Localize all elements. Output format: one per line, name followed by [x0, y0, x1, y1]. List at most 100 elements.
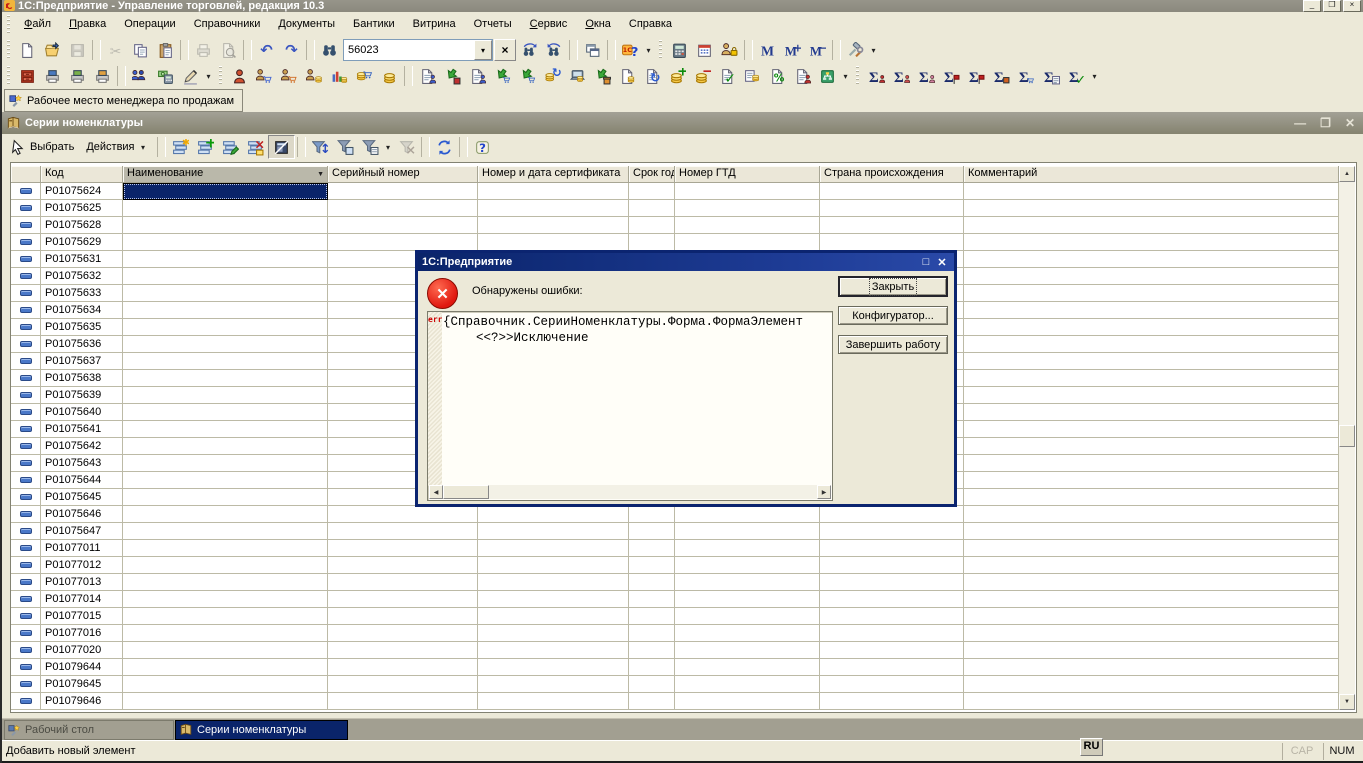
column-header-8[interactable]: Комментарий [964, 166, 1339, 183]
cell-code[interactable]: P01075629 [41, 234, 123, 251]
vertical-scrollbar[interactable]: ▲ ▼ [1339, 166, 1355, 710]
column-header-4[interactable]: Номер и дата сертификата [478, 166, 629, 183]
cash-in-order-icon[interactable]: + [665, 65, 690, 87]
menu-item-vitrina[interactable]: Витрина [404, 12, 465, 37]
memory-m-minus-icon[interactable]: M− [805, 39, 830, 61]
cell[interactable] [123, 370, 328, 387]
table-row[interactable]: P01079644 [11, 659, 1339, 676]
cell-code[interactable]: P01075646 [41, 506, 123, 523]
cell[interactable] [123, 489, 328, 506]
cell[interactable] [820, 642, 964, 659]
cell[interactable] [820, 200, 964, 217]
cell[interactable] [478, 574, 629, 591]
cell[interactable] [123, 540, 328, 557]
cell[interactable] [123, 625, 328, 642]
price-cart-icon[interactable] [352, 65, 377, 87]
cell[interactable] [675, 625, 820, 642]
cell[interactable] [964, 676, 1339, 693]
report-staff-icon[interactable]: Σ [914, 65, 939, 87]
cell[interactable] [328, 234, 478, 251]
cell[interactable] [328, 591, 478, 608]
cell[interactable] [123, 659, 328, 676]
close-error-button[interactable]: Закрыть [838, 276, 948, 297]
cell[interactable] [478, 642, 629, 659]
cell[interactable] [964, 608, 1339, 625]
cell[interactable] [820, 183, 964, 200]
error-text-area[interactable]: err {Справочник.СерииНоменклатуры.Форма.… [427, 311, 833, 501]
cell[interactable] [964, 438, 1339, 455]
cell[interactable] [964, 183, 1339, 200]
cell-code[interactable]: P01079644 [41, 659, 123, 676]
cell[interactable] [478, 523, 629, 540]
cell[interactable] [675, 642, 820, 659]
cell[interactable] [964, 489, 1339, 506]
cell[interactable] [123, 574, 328, 591]
cell[interactable] [328, 676, 478, 693]
cell[interactable] [328, 659, 478, 676]
cell-code[interactable]: P01075641 [41, 421, 123, 438]
money-icon[interactable] [377, 65, 402, 87]
cell[interactable] [629, 200, 675, 217]
cell[interactable] [964, 387, 1339, 404]
scroll-left-button[interactable]: ◀ [429, 485, 443, 499]
table-row[interactable]: P01077014 [11, 591, 1339, 608]
cell[interactable] [123, 285, 328, 302]
table-row[interactable]: P01077012 [11, 557, 1339, 574]
print-report-icon[interactable] [65, 65, 90, 87]
cell-code[interactable]: P01077014 [41, 591, 123, 608]
column-header-1[interactable]: Код [41, 166, 123, 183]
horizontal-scrollbar[interactable]: ◀ ▶ [429, 485, 831, 499]
debt-document-icon[interactable] [790, 65, 815, 87]
memory-m-icon[interactable]: M [755, 39, 780, 61]
open-icon[interactable] [40, 39, 65, 61]
cash-drawer-icon[interactable] [15, 65, 40, 87]
cell[interactable] [964, 625, 1339, 642]
lock-session-icon[interactable] [717, 39, 742, 61]
memory-m-plus-icon[interactable]: M+ [780, 39, 805, 61]
cell[interactable] [123, 336, 328, 353]
cell-code[interactable]: P01075639 [41, 387, 123, 404]
cell[interactable] [478, 608, 629, 625]
report-suppliers-icon[interactable]: Σ [889, 65, 914, 87]
new-document-icon[interactable] [15, 39, 40, 61]
cell-code[interactable]: P01075625 [41, 200, 123, 217]
cell[interactable] [629, 676, 675, 693]
hscroll-thumb[interactable] [443, 485, 489, 499]
cell[interactable] [820, 574, 964, 591]
cell-code[interactable]: P01075645 [41, 489, 123, 506]
filter-dropdown-icon[interactable] [358, 136, 383, 158]
customer-invoice-icon[interactable] [415, 65, 440, 87]
menu-item-help[interactable]: Справка [620, 12, 681, 37]
cell-code[interactable]: P01075644 [41, 472, 123, 489]
sign-document-icon[interactable] [178, 65, 203, 87]
report-flagged-icon[interactable]: Σ [939, 65, 964, 87]
cell[interactable] [964, 591, 1339, 608]
restore-button[interactable]: ❐ [1323, 0, 1341, 12]
cell[interactable] [478, 200, 629, 217]
help-1c-icon[interactable]: 1С? [618, 39, 643, 61]
cell[interactable] [328, 574, 478, 591]
dropdown-caret-icon[interactable]: ▾ [840, 72, 851, 81]
cell[interactable] [629, 183, 675, 200]
find-combobox[interactable]: 56023 ▾ [343, 39, 493, 61]
cell-code[interactable]: P01075631 [41, 251, 123, 268]
cell-code[interactable]: P01075647 [41, 523, 123, 540]
print-preview-icon[interactable] [216, 39, 241, 61]
payment-terminal-icon[interactable] [565, 65, 590, 87]
report-check-icon[interactable]: Σ✓ [1064, 65, 1089, 87]
cell[interactable] [675, 540, 820, 557]
cell[interactable] [123, 387, 328, 404]
cell[interactable] [123, 268, 328, 285]
cell[interactable] [675, 608, 820, 625]
cell[interactable] [964, 506, 1339, 523]
cell[interactable] [964, 336, 1339, 353]
cell[interactable] [964, 319, 1339, 336]
cell[interactable] [629, 523, 675, 540]
cell[interactable] [123, 591, 328, 608]
cell-code[interactable]: P01075632 [41, 268, 123, 285]
cell[interactable] [478, 183, 629, 200]
menu-item-documents[interactable]: Документы [269, 12, 344, 37]
minimize-button[interactable]: _ [1303, 0, 1321, 12]
cell[interactable] [820, 676, 964, 693]
dropdown-caret-icon[interactable]: ▾ [643, 46, 654, 55]
